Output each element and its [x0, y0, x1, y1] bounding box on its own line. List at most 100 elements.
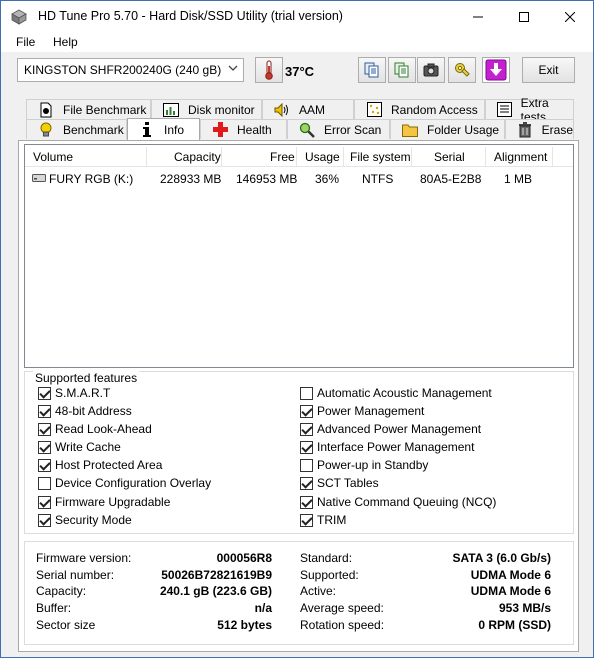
feature-advanced-power-management[interactable]: Advanced Power Management	[300, 421, 481, 437]
detail-value: 0 RPM (SSD)	[478, 618, 551, 632]
supported-features-group: Supported features S.M.A.R.T 48-bit Addr…	[24, 371, 574, 534]
save-button[interactable]	[482, 57, 510, 83]
checkbox[interactable]	[38, 495, 51, 509]
tab-random-access[interactable]: Random Access	[354, 99, 485, 119]
column-separator	[146, 147, 147, 166]
feature-label: Advanced Power Management	[317, 422, 482, 436]
checkbox[interactable]	[300, 386, 313, 400]
feature-interface-power-management[interactable]: Interface Power Management	[300, 439, 474, 455]
checkbox[interactable]	[38, 422, 51, 436]
checkbox[interactable]	[38, 476, 51, 490]
copy-info-button[interactable]	[388, 57, 416, 83]
feature-write-cache[interactable]: Write Cache	[38, 439, 121, 455]
feature-ncq[interactable]: Native Command Queuing (NCQ)	[300, 494, 496, 510]
feature-label: Power-up in Standby	[317, 458, 429, 472]
camera-icon	[423, 63, 439, 77]
checkbox[interactable]	[38, 404, 51, 418]
feature-sct-tables[interactable]: SCT Tables	[300, 475, 379, 491]
exit-button[interactable]: Exit	[522, 57, 575, 83]
tab-benchmark-label: Benchmark	[63, 122, 124, 137]
tab-strip: File Benchmark Disk monitor AAM Random A…	[23, 96, 575, 141]
tab-info[interactable]: Info	[127, 118, 200, 140]
close-button[interactable]	[547, 1, 593, 32]
health-cross-icon	[211, 122, 229, 138]
tab-disk-monitor-label: Disk monitor	[188, 102, 255, 117]
volume-alignment: 1 MB	[504, 172, 533, 186]
feature-power-up-in-standby[interactable]: Power-up in Standby	[300, 457, 428, 473]
file-benchmark-icon	[37, 102, 55, 118]
detail-value: UDMA Mode 6	[470, 584, 551, 598]
menu-help[interactable]: Help	[53, 35, 78, 49]
detail-average-speed: Average speed: 953 MB/s	[300, 601, 551, 617]
tab-random-access-label: Random Access	[391, 102, 478, 117]
column-header-free[interactable]: Free	[270, 150, 295, 164]
feature-device-configuration-overlay[interactable]: Device Configuration Overlay	[38, 475, 211, 491]
feature-read-look-ahead[interactable]: Read Look-Ahead	[38, 421, 152, 437]
column-header-alignment[interactable]: Alignment	[494, 150, 547, 164]
screenshot-button[interactable]	[417, 57, 445, 83]
checkbox[interactable]	[300, 513, 313, 527]
column-header-volume[interactable]: Volume	[33, 150, 73, 164]
random-access-icon	[365, 102, 383, 118]
copy-text-button[interactable]	[358, 57, 386, 83]
detail-value: SATA 3 (6.0 Gb/s)	[452, 551, 551, 565]
feature-firmware-upgradable[interactable]: Firmware Upgradable	[38, 494, 170, 510]
detail-label: Supported:	[300, 568, 359, 582]
feature-security-mode[interactable]: Security Mode	[38, 512, 132, 528]
table-row[interactable]: FURY RGB (K:) 228933 MB 146953 MB 36% NT…	[25, 169, 573, 187]
checkbox[interactable]	[300, 404, 313, 418]
drive-select[interactable]: KINGSTON SHFR200240G (240 gB)	[17, 58, 244, 82]
minimize-button[interactable]	[455, 1, 501, 32]
drive-select-value: KINGSTON SHFR200240G (240 gB)	[24, 63, 222, 77]
checkbox[interactable]	[300, 458, 313, 472]
feature-label: S.M.A.R.T	[55, 386, 111, 400]
column-separator	[221, 147, 222, 166]
title-bar[interactable]: HD Tune Pro 5.70 - Hard Disk/SSD Utility…	[1, 1, 593, 32]
volume-free: 146953 MB	[236, 172, 298, 186]
column-separator	[411, 147, 412, 166]
tab-benchmark[interactable]: Benchmark	[26, 119, 127, 139]
column-separator	[552, 147, 553, 166]
maximize-button[interactable]	[501, 1, 547, 32]
checkbox[interactable]	[38, 513, 51, 527]
feature-power-management[interactable]: Power Management	[300, 403, 424, 419]
checkbox[interactable]	[300, 440, 313, 454]
window-title: HD Tune Pro 5.70 - Hard Disk/SSD Utility…	[38, 9, 343, 23]
feature-48bit-address[interactable]: 48-bit Address	[38, 403, 132, 419]
checkbox[interactable]	[300, 495, 313, 509]
column-header-usage[interactable]: Usage	[305, 150, 340, 164]
column-header-file-system[interactable]: File system	[350, 150, 411, 164]
tab-extra-tests[interactable]: Extra tests	[485, 96, 574, 124]
menu-file[interactable]: File	[16, 35, 35, 49]
feature-trim[interactable]: TRIM	[300, 512, 346, 528]
temperature-button[interactable]	[255, 57, 283, 83]
app-logo-icon	[11, 9, 27, 25]
tab-erase[interactable]: Erase	[505, 119, 574, 139]
options-button[interactable]	[448, 57, 476, 83]
column-header-serial[interactable]: Serial	[434, 150, 465, 164]
column-header-capacity[interactable]: Capacity	[174, 150, 221, 164]
tab-health[interactable]: Health	[200, 119, 287, 139]
menu-bar: File Help	[1, 32, 593, 52]
checkbox[interactable]	[38, 458, 51, 472]
detail-label: Rotation speed:	[300, 618, 385, 632]
tab-error-scan[interactable]: Error Scan	[287, 119, 390, 139]
volume-list[interactable]: Volume Capacity Free Usage File system S…	[24, 144, 574, 368]
volume-capacity: 228933 MB	[160, 172, 222, 186]
tab-aam[interactable]: AAM	[262, 99, 354, 119]
checkbox[interactable]	[300, 476, 313, 490]
feature-label: Automatic Acoustic Management	[317, 386, 492, 400]
checkbox[interactable]	[38, 386, 51, 400]
detail-standard: Standard: SATA 3 (6.0 Gb/s)	[300, 551, 551, 567]
feature-host-protected-area[interactable]: Host Protected Area	[38, 457, 162, 473]
feature-automatic-acoustic-management[interactable]: Automatic Acoustic Management	[300, 385, 492, 401]
checkbox[interactable]	[38, 440, 51, 454]
tab-file-benchmark[interactable]: File Benchmark	[26, 99, 151, 119]
detail-supported: Supported: UDMA Mode 6	[300, 568, 551, 584]
tab-folder-usage[interactable]: Folder Usage	[390, 119, 505, 139]
feature-smart[interactable]: S.M.A.R.T	[38, 385, 110, 401]
feature-label: Native Command Queuing (NCQ)	[317, 495, 497, 509]
checkbox[interactable]	[300, 422, 313, 436]
detail-label: Active:	[300, 584, 337, 598]
tab-disk-monitor[interactable]: Disk monitor	[151, 99, 262, 119]
